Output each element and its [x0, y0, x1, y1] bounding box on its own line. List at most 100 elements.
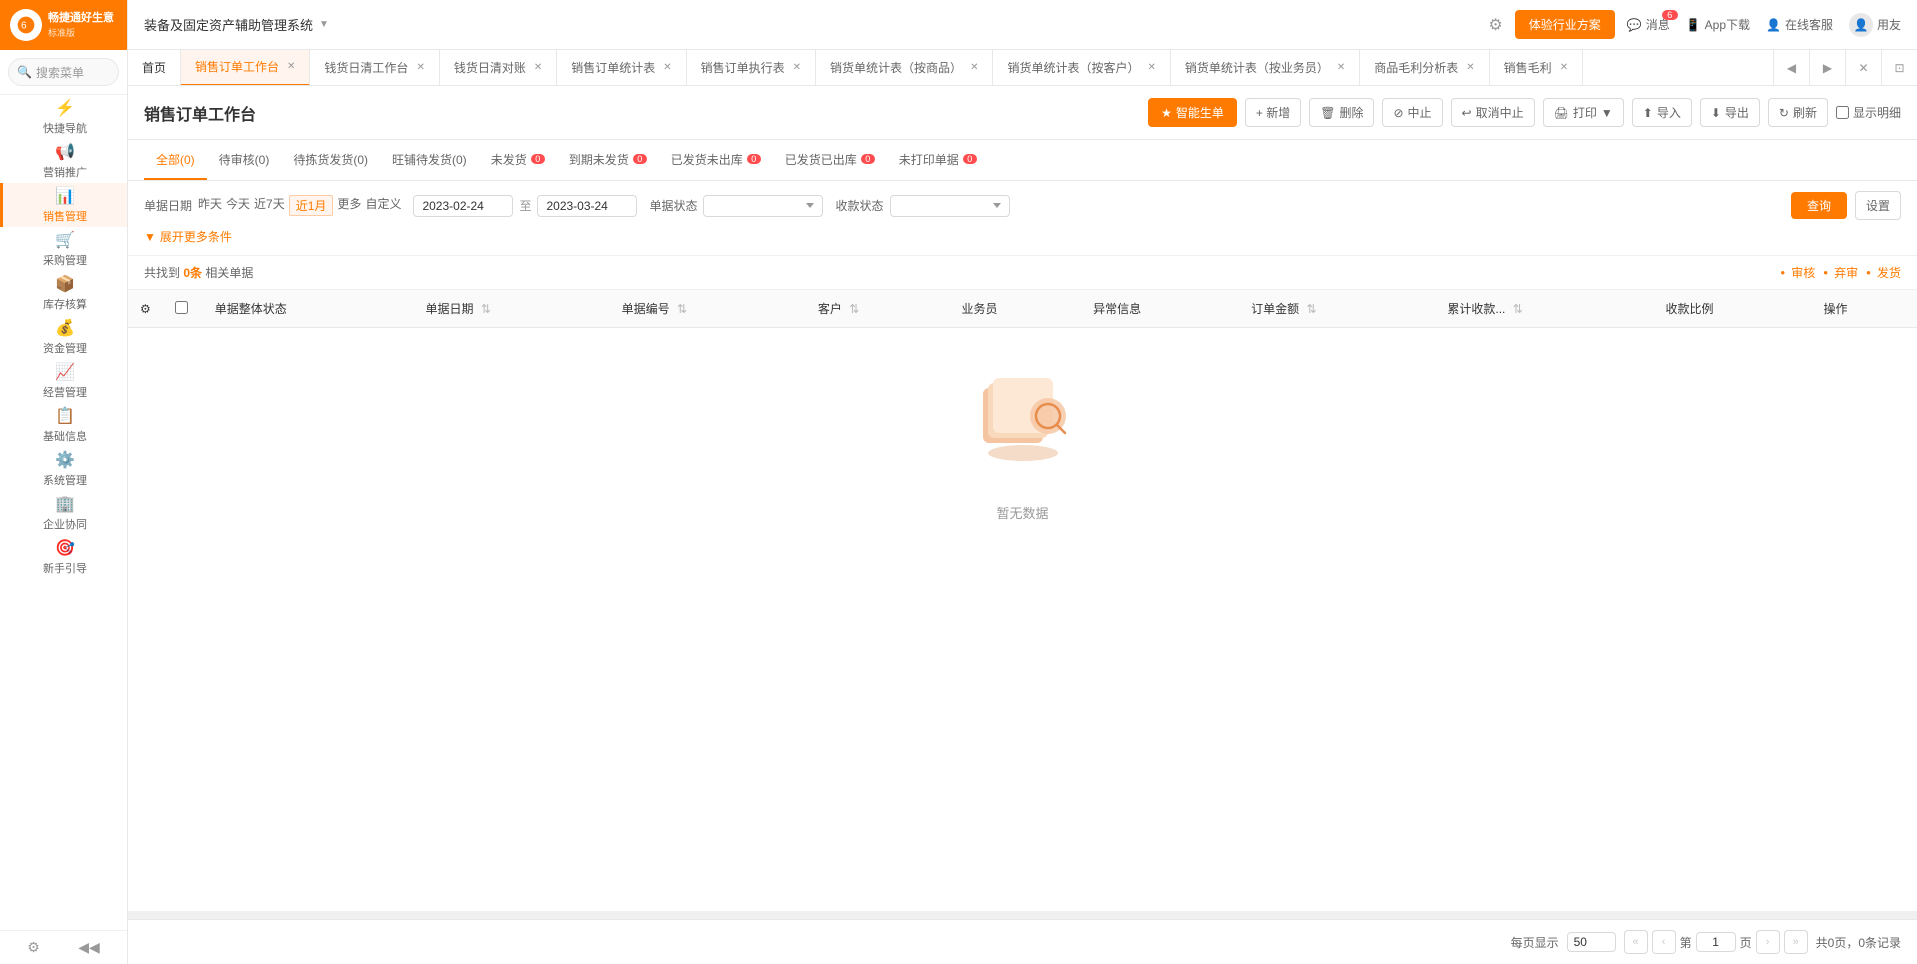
- tab-sales-more[interactable]: 销售毛利 ✕: [1490, 50, 1583, 86]
- more-date-btn[interactable]: 更多: [337, 195, 361, 216]
- today-btn[interactable]: 今天: [226, 195, 250, 216]
- refresh-btn[interactable]: ↻ 刷新: [1768, 98, 1828, 127]
- tab-close-staff[interactable]: ✕: [1337, 62, 1345, 73]
- tab-scroll-left[interactable]: ◀: [1773, 50, 1809, 86]
- filter-tab-not-shipped[interactable]: 未发货 0: [479, 140, 557, 180]
- th-amount[interactable]: 订单金额 ⇅: [1239, 290, 1435, 328]
- tab-cash-daily-label: 钱货日清工作台: [324, 59, 408, 76]
- horizontal-scrollbar[interactable]: [128, 911, 1917, 919]
- tab-close-more[interactable]: ✕: [1560, 62, 1568, 73]
- custom-date-btn[interactable]: 自定义: [365, 195, 401, 216]
- sidebar-item-purchase[interactable]: 🛒 采购管理: [0, 227, 127, 271]
- sidebar-item-finance[interactable]: 💰 资金管理: [0, 315, 127, 359]
- page-last-btn[interactable]: »: [1784, 930, 1808, 954]
- import-btn[interactable]: ⬆ 导入: [1632, 98, 1692, 127]
- th-action-label: 操作: [1824, 302, 1848, 316]
- filter-tab-shipped-out[interactable]: 已发货已出库 0: [773, 140, 887, 180]
- status-select[interactable]: [703, 195, 823, 217]
- export-btn[interactable]: ⬇ 导出: [1700, 98, 1760, 127]
- filter-tab-shipped-not-out[interactable]: 已发货未出库 0: [659, 140, 773, 180]
- filter-tab-expired[interactable]: 到期未发货 0: [557, 140, 659, 180]
- week-btn[interactable]: 近7天: [254, 195, 285, 216]
- tab-close-customer[interactable]: ✕: [1147, 62, 1155, 73]
- filter-tab-not-printed[interactable]: 未打印单据 0: [887, 140, 989, 180]
- sidebar-item-system[interactable]: ⚙️ 系统管理: [0, 447, 127, 491]
- yesterday-btn[interactable]: 昨天: [198, 195, 222, 216]
- tab-goods-margin[interactable]: 商品毛利分析表 ✕: [1360, 50, 1489, 86]
- th-date[interactable]: 单据日期 ⇅: [413, 290, 609, 328]
- filter-tab-pending-inspect[interactable]: 待拣货发货(0): [281, 140, 380, 180]
- filter-tab-all[interactable]: 全部(0): [144, 140, 207, 180]
- tab-cash-reconcile[interactable]: 钱货日清对账 ✕: [440, 50, 557, 86]
- content-area: 销售订单工作台 ★ 智能生单 + 新增 🗑 删除 ⊘ 中止 ↩ 取消中止: [128, 86, 1917, 964]
- detail-checkbox-input[interactable]: [1836, 106, 1849, 119]
- collapse-btn[interactable]: ◀◀: [78, 939, 100, 956]
- th-customer[interactable]: 客户 ⇅: [806, 290, 950, 328]
- tab-sales-order-stat[interactable]: 销售订单统计表 ✕: [557, 50, 686, 86]
- sidebar-item-corp[interactable]: 🏢 企业协同: [0, 491, 127, 535]
- th-number[interactable]: 单据编号 ⇅: [610, 290, 806, 328]
- page-input[interactable]: [1696, 932, 1736, 952]
- messages-btn[interactable]: 💬 消息 6: [1627, 16, 1670, 33]
- tab-sales-stat-product[interactable]: 销货单统计表（按商品） ✕: [816, 50, 993, 86]
- ship-btn[interactable]: 发货: [1866, 264, 1901, 281]
- sidebar-item-marketing[interactable]: 📢 营销推广: [0, 139, 127, 183]
- user-menu[interactable]: 👤 用友: [1849, 13, 1901, 37]
- sidebar-item-operation[interactable]: 📈 经营管理: [0, 359, 127, 403]
- sidebar-search-btn[interactable]: 🔍 搜索菜单: [8, 58, 119, 86]
- date-from-input[interactable]: [413, 195, 513, 217]
- page-first-btn[interactable]: «: [1624, 930, 1648, 954]
- sidebar-item-guide[interactable]: 🎯 新手引导: [0, 535, 127, 579]
- tab-sales-order-workbench[interactable]: 销售订单工作台 ✕: [181, 50, 310, 86]
- stop-btn[interactable]: ⊘ 中止: [1382, 98, 1442, 127]
- sidebar-item-quick[interactable]: ⚡ 快捷导航: [0, 95, 127, 139]
- page-prev-btn[interactable]: ‹: [1652, 930, 1676, 954]
- tab-home[interactable]: 首页: [128, 50, 181, 86]
- filter-tab-wangpu[interactable]: 旺铺待发货(0): [380, 140, 479, 180]
- app-download-btn[interactable]: 📱 App下载: [1686, 16, 1750, 33]
- print-btn[interactable]: 🖨 打印 ▼: [1543, 98, 1624, 127]
- new-btn[interactable]: + 新增: [1245, 98, 1301, 127]
- tab-close-cash-reconcile[interactable]: ✕: [534, 62, 542, 73]
- tab-close-all[interactable]: ✕: [1845, 50, 1881, 86]
- show-detail-checkbox[interactable]: 显示明细: [1836, 104, 1901, 121]
- th-error-label: 异常信息: [1093, 302, 1141, 316]
- tab-sales-stat-customer[interactable]: 销货单统计表（按客户） ✕: [993, 50, 1170, 86]
- settings-icon[interactable]: ⚙: [1488, 15, 1502, 35]
- industry-btn[interactable]: 体验行业方案: [1515, 10, 1615, 39]
- sidebar-item-basic[interactable]: 📋 基础信息: [0, 403, 127, 447]
- tab-close-sales[interactable]: ✕: [287, 61, 295, 72]
- date-to-input[interactable]: [537, 195, 637, 217]
- payment-select[interactable]: [890, 195, 1010, 217]
- th-checkbox[interactable]: [163, 290, 203, 328]
- audit-btn[interactable]: 审核: [1780, 264, 1815, 281]
- delete-btn[interactable]: 🗑 删除: [1309, 98, 1374, 127]
- select-all-checkbox[interactable]: [175, 301, 188, 314]
- reject-btn[interactable]: 弃审: [1823, 264, 1858, 281]
- settings-btn[interactable]: ⚙: [27, 939, 40, 956]
- tab-sales-stat-staff[interactable]: 销货单统计表（按业务员） ✕: [1171, 50, 1360, 86]
- tab-close-margin[interactable]: ✕: [1466, 62, 1474, 73]
- query-btn[interactable]: 查询: [1791, 192, 1847, 219]
- th-received[interactable]: 累计收款... ⇅: [1435, 290, 1653, 328]
- cancel-stop-btn[interactable]: ↩ 取消中止: [1451, 98, 1535, 127]
- set-btn[interactable]: 设置: [1855, 191, 1901, 220]
- tab-close-stat[interactable]: ✕: [663, 62, 671, 73]
- tab-scroll-right[interactable]: ▶: [1809, 50, 1845, 86]
- page-next-btn[interactable]: ›: [1756, 930, 1780, 954]
- sidebar-item-inventory[interactable]: 📦 库存核算: [0, 271, 127, 315]
- tab-sales-order-exec[interactable]: 销售订单执行表 ✕: [687, 50, 816, 86]
- expand-btn[interactable]: ▼ 展开更多条件: [144, 228, 1901, 245]
- smart-btn[interactable]: ★ 智能生单: [1148, 98, 1237, 127]
- online-service-btn[interactable]: 👤 在线客服: [1766, 16, 1833, 33]
- sidebar-item-sales[interactable]: 📊 销售管理: [0, 183, 127, 227]
- tab-maximize[interactable]: ⊡: [1881, 50, 1917, 86]
- month-btn[interactable]: 近1月: [289, 195, 334, 216]
- tab-close-product[interactable]: ✕: [970, 62, 978, 73]
- th-settings[interactable]: ⚙: [128, 290, 163, 328]
- filter-tab-pending-review[interactable]: 待审核(0): [207, 140, 282, 180]
- tab-cash-daily[interactable]: 钱货日清工作台 ✕: [310, 50, 439, 86]
- tab-close-exec[interactable]: ✕: [793, 62, 801, 73]
- tab-close-cash-daily[interactable]: ✕: [416, 62, 424, 73]
- page-size-select[interactable]: 50 10 20 100: [1567, 932, 1616, 952]
